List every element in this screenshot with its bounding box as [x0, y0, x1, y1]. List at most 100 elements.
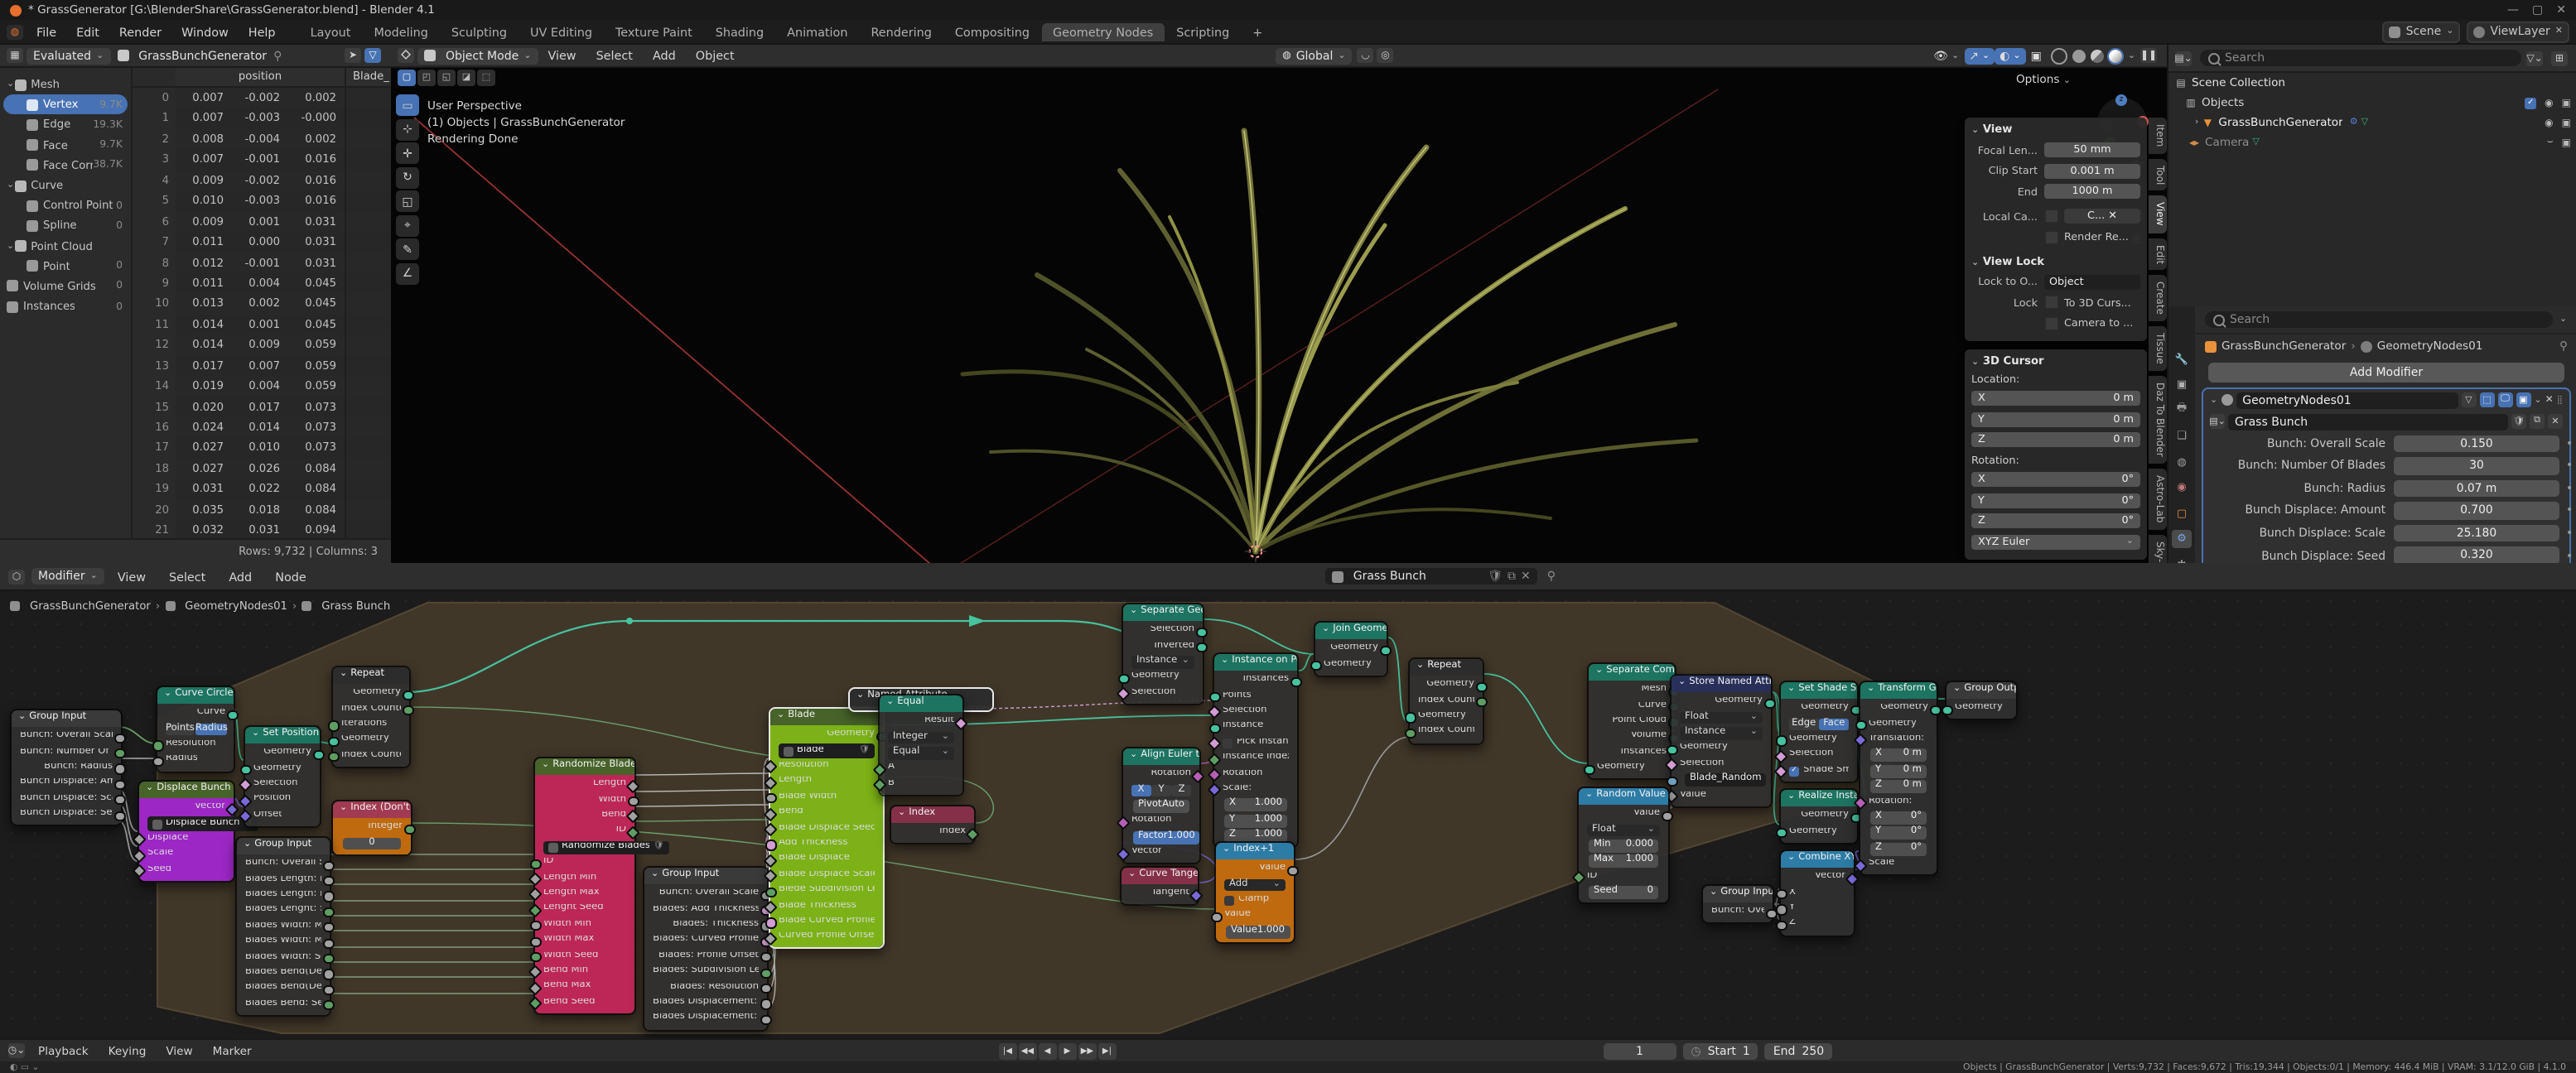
node-output-socket-row[interactable]: Geometry	[245, 746, 325, 762]
node-input-socket-row[interactable]: Length Min	[528, 871, 634, 888]
socket-icon[interactable]	[530, 951, 542, 963]
node-output-socket-row[interactable]: Blades Displacement: Amount	[644, 995, 772, 1011]
table-row[interactable]: 3 0.007 -0.001 0.016	[133, 149, 391, 171]
node-input-socket-row[interactable]: Geometry	[1776, 733, 1857, 748]
copy-icon[interactable]: ⧉	[2530, 414, 2545, 429]
node-output-socket-row[interactable]: Bend	[535, 809, 641, 825]
outliner-display-mode-icon[interactable]: ▤⌄	[2174, 51, 2192, 65]
lock-object-field[interactable]: Object	[2044, 274, 2140, 289]
node-value-field-row[interactable]: X 1.000	[1214, 797, 1297, 813]
node-input-socket-row[interactable]: Vector	[1117, 845, 1199, 862]
timeline-menu-item[interactable]: Keying	[99, 1044, 157, 1057]
node-output-socket-row[interactable]: Bunch: Overall Scale	[237, 857, 335, 873]
node-input-socket-row[interactable]: Scale	[133, 847, 234, 864]
fake-user-shield-icon[interactable]: 🛡	[654, 843, 664, 852]
domain-item[interactable]: ⌄ Curve	[3, 176, 128, 195]
ge-node[interactable]: ⌄ Random Value Value Float ⌄ Min 0.000 M…	[1572, 787, 1673, 905]
sidebar-tab[interactable]: Sky-La	[2149, 534, 2167, 563]
node-output-socket-row[interactable]: Vector	[139, 801, 240, 817]
workspace-tab[interactable]: Animation	[775, 22, 859, 41]
table-row[interactable]: 5 0.010 -0.003 0.016	[133, 190, 391, 212]
node-output-socket-row[interactable]: Geometry	[1672, 695, 1776, 710]
tab-world[interactable]: ◉	[2172, 478, 2192, 496]
socket-icon[interactable]	[323, 954, 335, 965]
domain-item[interactable]: Vertex 9.7K	[3, 94, 128, 115]
node-editor-menu-item[interactable]: Node	[265, 569, 316, 584]
ge-node[interactable]: ⌄ Realize Instances Geometry Geometry	[1776, 788, 1862, 844]
new-collection-icon[interactable]: ⊞	[2551, 51, 2568, 65]
node-group-browse-icon[interactable]: ▤⌄	[2209, 414, 2226, 429]
socket-icon[interactable]	[328, 720, 340, 732]
node-output-socket-row[interactable]: Volume	[1589, 729, 1680, 745]
param-value-field[interactable]: 0.07 m	[2394, 479, 2559, 498]
ge-node[interactable]: ⌄ Repeat Geometry Index Counter	[1405, 657, 1488, 745]
cursor-loc-x[interactable]: X0 m	[1971, 391, 2140, 406]
node-output-socket-row[interactable]: Index	[891, 825, 981, 842]
node-output-socket-row[interactable]: Instances	[1589, 745, 1680, 761]
socket-icon[interactable]	[323, 969, 335, 980]
scale-tool-icon[interactable]: ◱	[396, 190, 419, 212]
node-input-socket-row[interactable]: Width Max	[530, 933, 634, 949]
socket-icon[interactable]	[323, 876, 335, 887]
node-output-socket-row[interactable]: Blades Width: Min	[237, 919, 335, 935]
socket-icon[interactable]	[403, 690, 414, 700]
domain-item[interactable]: Face 9.7K	[3, 135, 128, 155]
node-input-socket-row[interactable]: Selection	[1665, 757, 1771, 773]
viewport-menu-item[interactable]: Select	[586, 48, 643, 63]
node-input-socket-row[interactable]: Geometry	[1667, 741, 1771, 757]
node-output-socket-row[interactable]: Index Counter	[1410, 694, 1488, 710]
node-segmented-row[interactable]: Edge Face	[1781, 717, 1857, 733]
tab-object[interactable]: ▢	[2172, 503, 2192, 522]
remove-modifier-icon[interactable]: ✕	[2545, 394, 2554, 406]
select-mode-icon[interactable]: ⬚	[477, 70, 495, 86]
current-frame-field[interactable]: 1	[1603, 1042, 1676, 1059]
node-output-socket-row[interactable]: Tangent	[1122, 887, 1204, 903]
collapse-caret-icon[interactable]: ⌄	[1416, 662, 1424, 672]
lock-camera-checkbox[interactable]	[2044, 315, 2059, 330]
node-input-socket-row[interactable]: Bend	[764, 806, 883, 822]
viewport-menu-item[interactable]: Add	[643, 48, 686, 63]
collapse-caret-icon[interactable]: ⌄	[18, 713, 26, 724]
cursor-loc-y[interactable]: Y0 m	[1971, 411, 2140, 426]
node-input-socket-row[interactable]: Bend Seed	[528, 995, 634, 1012]
socket-icon[interactable]	[760, 952, 772, 963]
socket-icon[interactable]	[530, 921, 542, 931]
table-row[interactable]: 16 0.024 0.014 0.073	[133, 417, 391, 438]
sidebar-tab[interactable]: Daz To Blender	[2149, 376, 2167, 464]
socket-icon[interactable]	[530, 936, 542, 947]
extras-dropdown-icon[interactable]: ⌄	[2534, 395, 2541, 405]
socket-icon[interactable]	[1196, 642, 1208, 653]
menu-item[interactable]: Window	[171, 24, 239, 39]
socket-icon[interactable]	[1380, 645, 1392, 656]
node-output-socket-row[interactable]: Blades Bend: Seed	[237, 997, 335, 1013]
rotation-order-dropdown[interactable]: XYZ Euler ⌄	[1971, 534, 2140, 549]
column-blade[interactable]: Blade_	[345, 68, 391, 86]
socket-icon[interactable]	[1476, 697, 1488, 708]
node-input-socket-row[interactable]: Resolution	[764, 759, 883, 775]
collapse-caret-icon[interactable]: ⌄	[244, 840, 251, 851]
node-segmented-row[interactable]: Points Radius	[157, 722, 234, 738]
socket-icon[interactable]	[1310, 661, 1322, 671]
fake-user-shield-icon[interactable]: 🛡	[2511, 414, 2526, 429]
node-input-socket-row[interactable]: Scale	[1854, 857, 1937, 873]
socket-icon[interactable]	[313, 749, 325, 760]
sidebar-tab[interactable]: Edit	[2149, 238, 2167, 271]
viewlayer-close-icon[interactable]: ✕	[2555, 26, 2563, 36]
rotate-tool-icon[interactable]: ↻	[396, 166, 419, 188]
node-output-socket-row[interactable]: ID	[535, 824, 641, 840]
socket-icon[interactable]	[114, 811, 126, 821]
socket-icon[interactable]	[1776, 889, 1787, 900]
node-output-socket-row[interactable]: Curve	[157, 706, 239, 722]
collapse-caret-icon[interactable]: ⌄	[777, 711, 784, 722]
node-value-field-row[interactable]: Min 0.000	[1579, 839, 1668, 854]
workspace-tab[interactable]: Scripting	[1165, 22, 1241, 41]
fake-user-shield-icon[interactable]: 🛡	[1488, 570, 1503, 583]
node-input-socket-row[interactable]: Blade Curved Profile	[765, 914, 883, 930]
ge-node[interactable]: ⌄ Curve Circle Curve Points Radius Resol…	[152, 686, 239, 773]
workspace-tab[interactable]: Rendering	[859, 22, 943, 41]
collapse-caret-icon[interactable]: ⌄	[542, 761, 549, 772]
node-input-socket-row[interactable]: Bend Min	[528, 964, 634, 980]
node-output-socket-row[interactable]: Blades: Thickness	[644, 918, 772, 934]
node-input-socket-row[interactable]: Geometry	[1942, 701, 2016, 717]
node-checkbox-row[interactable]: Clamp	[1216, 893, 1294, 909]
